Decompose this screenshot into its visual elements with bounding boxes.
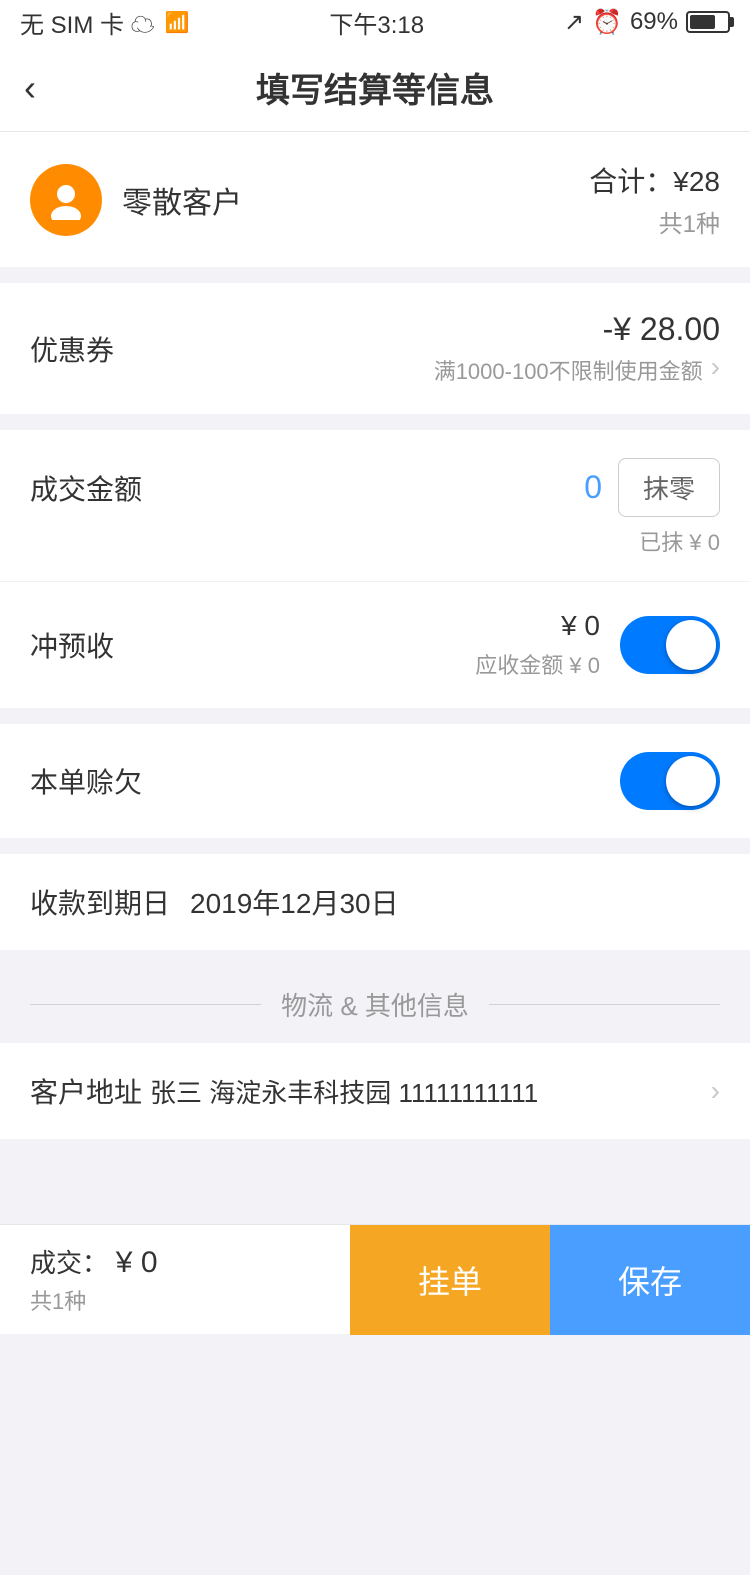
battery-icon [686,11,730,33]
nav-bar: ‹ 填写结算等信息 [0,44,750,132]
bottom-deal-row: 成交： ¥ 0 [30,1243,320,1280]
debt-toggle-knob [666,756,716,806]
address-label: 客户地址 [30,1071,150,1111]
duedate-section: 收款到期日 2019年12月30日 [0,854,750,950]
customer-summary: 合计：¥28 共1种 [589,160,720,239]
logistics-title: 物流 & 其他信息 [281,986,469,1023]
customer-name: 零散客户 [122,178,242,222]
coupon-section[interactable]: 优惠券 -¥ 28.00 满1000-100不限制使用金额 › [0,283,750,414]
prereceipt-right: ¥ 0 应收金额 ¥ 0 [475,610,600,680]
logistics-line-right [489,1004,720,1005]
debt-toggle[interactable] [620,752,720,810]
coupon-label: 优惠券 [30,329,114,369]
transaction-section: 成交金额 0 抹零 已抹 ¥ 0 冲预收 ¥ 0 应收金额 ¥ 0 [0,430,750,708]
wifi-icon: 📶 [165,10,190,35]
avatar-icon [46,180,86,220]
debt-label: 本单赊欠 [30,761,142,801]
logistics-line-left [30,1004,261,1005]
bottom-deal-label: 成交： [30,1248,108,1278]
battery-percent: 69% [630,8,678,36]
debt-toggle-wrap [620,752,720,810]
status-bar: 无 SIM 卡 ☁ 📶 下午3:18 ↗ ⏰ 69% [0,0,750,44]
customer-total: 合计：¥28 [589,160,720,200]
page-title: 填写结算等信息 [256,63,494,112]
amount-row: 成交金额 0 抹零 [0,430,750,525]
back-button[interactable]: ‹ [24,67,36,109]
debt-section: 本单赊欠 [0,724,750,838]
customer-left: 零散客户 [30,164,242,236]
battery-fill [690,15,715,29]
sim-status: 无 SIM 卡 ☁ [20,5,155,40]
hold-button[interactable]: 挂单 [350,1225,550,1335]
logistics-header: 物流 & 其他信息 [0,966,750,1043]
coupon-description: 满1000-100不限制使用金额 [434,354,703,386]
bottom-count: 共1种 [30,1284,320,1316]
address-value: 张三 海淀永丰科技园 11111111111 [150,1073,703,1110]
prereceipt-row: 冲预收 ¥ 0 应收金额 ¥ 0 [0,581,750,708]
customer-avatar [30,164,102,236]
transaction-right: 0 抹零 [584,458,720,517]
prereceipt-amount: ¥ 0 [475,610,600,642]
content: 零散客户 合计：¥28 共1种 优惠券 -¥ 28.00 满1000-100不限… [0,132,750,1575]
toggle-knob [666,620,716,670]
prereceipt-label: 冲预收 [30,625,114,665]
prereceipt-toggle-wrap [620,616,720,674]
transaction-value[interactable]: 0 [584,469,602,506]
coupon-right: -¥ 28.00 满1000-100不限制使用金额 › [434,311,720,386]
duedate-label: 收款到期日 [30,882,170,922]
customer-row: 零散客户 合计：¥28 共1种 [0,132,750,267]
round-zero-button[interactable]: 抹零 [618,458,720,517]
save-button[interactable]: 保存 [550,1225,750,1335]
address-chevron-icon: › [711,1075,720,1107]
coupon-chevron-icon: › [711,351,720,383]
bottom-deal-amount: ¥ 0 [116,1246,158,1279]
bottom-bar: 成交： ¥ 0 共1种 挂单 保存 [0,1224,750,1334]
coupon-discount: -¥ 28.00 [434,311,720,348]
location-icon: ↗ [564,8,584,37]
address-section[interactable]: 客户地址 张三 海淀永丰科技园 11111111111 › [0,1043,750,1139]
customer-count: 共1种 [589,204,720,239]
status-time: 下午3:18 [329,5,424,40]
status-left: 无 SIM 卡 ☁ 📶 [20,5,190,40]
transaction-label: 成交金额 [30,468,142,508]
alarm-icon: ⏰ [592,8,622,37]
duedate-value: 2019年12月30日 [190,882,399,922]
prereceipt-sub: 应收金额 ¥ 0 [475,648,600,680]
bottom-info: 成交： ¥ 0 共1种 [0,1243,350,1316]
transaction-sub: 已抹 ¥ 0 [0,525,750,581]
status-right: ↗ ⏰ 69% [564,8,730,37]
prereceipt-toggle[interactable] [620,616,720,674]
